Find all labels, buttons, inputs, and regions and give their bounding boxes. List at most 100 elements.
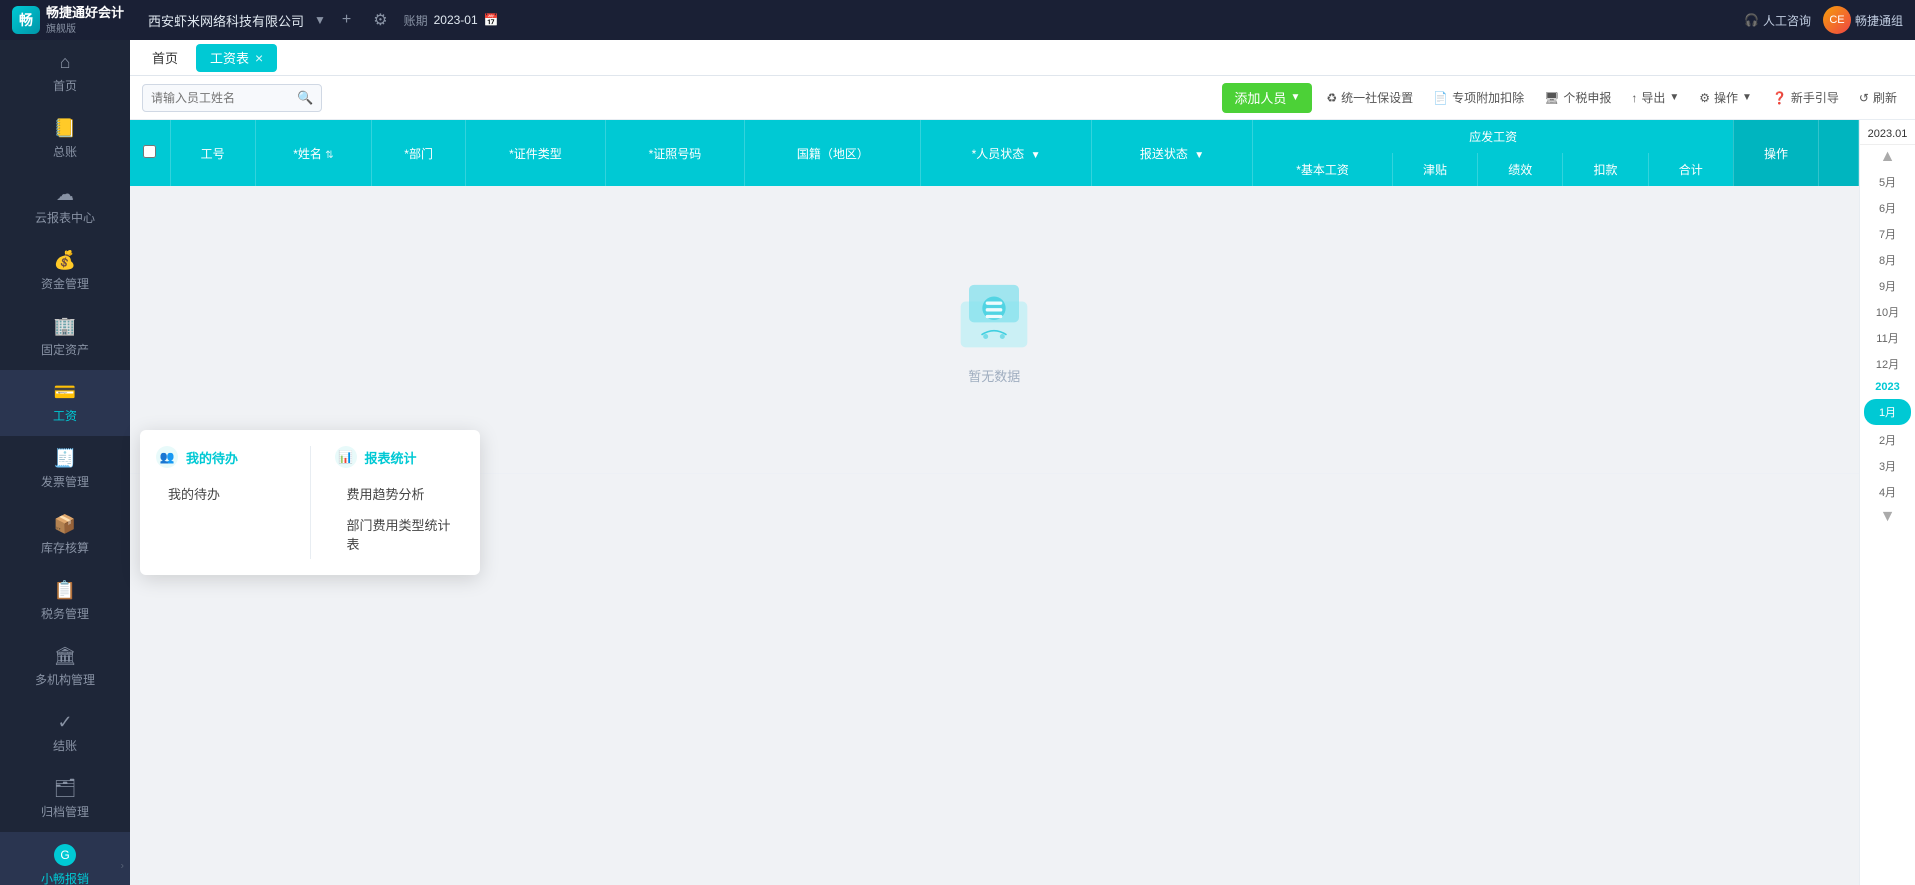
timeline-month-10[interactable]: 10月: [1860, 299, 1915, 325]
th-report-status: 报送状态 ▼: [1091, 120, 1253, 186]
social-insurance-icon: ♻: [1326, 91, 1337, 105]
sidebar-label-fixed-assets: 固定资产: [41, 341, 89, 358]
sidebar-label-payroll: 工资: [53, 407, 77, 424]
timeline-month-1-current[interactable]: 1月: [1864, 399, 1911, 425]
tab-close-btn[interactable]: ×: [255, 51, 263, 65]
sidebar-item-multi-org[interactable]: 🏛 多机构管理: [0, 634, 130, 700]
calendar-icon[interactable]: 📅: [484, 13, 499, 27]
timeline-month-6[interactable]: 6月: [1860, 195, 1915, 221]
add-person-btn-label: 添加人员: [1234, 88, 1286, 107]
logo-area: 畅 畅捷通好会计 旗舰版: [12, 5, 132, 36]
sidebar-item-ledger[interactable]: 📒 总账: [0, 106, 130, 172]
sidebar-item-inventory[interactable]: 📦 库存核算: [0, 502, 130, 568]
sidebar-item-payroll[interactable]: 💳 工资: [0, 370, 130, 436]
refresh-btn[interactable]: ↺ 刷新: [1853, 84, 1903, 112]
sidebar-item-home[interactable]: ⌂ 首页: [0, 40, 130, 106]
popup-item-my-todo[interactable]: 我的待办: [156, 478, 286, 509]
timeline-month-4[interactable]: 4月: [1860, 479, 1915, 505]
search-box[interactable]: 🔍: [142, 84, 322, 112]
app-logo-icon: 畅: [12, 6, 40, 34]
special-deduction-btn[interactable]: 📄 专项附加扣除: [1427, 84, 1530, 112]
special-deduction-label: 专项附加扣除: [1452, 89, 1524, 106]
timeline-month-8[interactable]: 8月: [1860, 247, 1915, 273]
report-status-filter-icon[interactable]: ▼: [1194, 150, 1204, 161]
timeline-month-7[interactable]: 7月: [1860, 221, 1915, 247]
new-guide-toolbar-label: 新手引导: [1791, 89, 1839, 106]
popup-section-title-report: 📊 报表统计: [335, 446, 465, 468]
select-all-checkbox[interactable]: [143, 145, 156, 158]
th-number: 工号: [170, 120, 255, 186]
headset-icon: 🎧: [1744, 13, 1759, 27]
social-insurance-btn[interactable]: ♻ 统一社保设置: [1320, 84, 1419, 112]
sidebar-item-fund[interactable]: 💰 资金管理: [0, 238, 130, 304]
sidebar-label-xiaochang: 小畅报销: [41, 870, 89, 885]
search-icon[interactable]: 🔍: [297, 90, 313, 106]
sidebar-item-settlement[interactable]: ✓ 结账: [0, 700, 130, 766]
empty-text: 暂无数据: [968, 366, 1020, 385]
th-checkbox[interactable]: [130, 120, 170, 186]
multi-org-icon: 🏛: [54, 646, 77, 667]
timeline-month-11[interactable]: 11月: [1860, 325, 1915, 351]
sidebar-label-fund: 资金管理: [41, 275, 89, 292]
search-input[interactable]: [151, 91, 291, 105]
add-company-btn[interactable]: +: [336, 9, 357, 31]
person-status-filter-icon[interactable]: ▼: [1031, 150, 1041, 161]
sidebar-item-xiaochang[interactable]: G 小畅报销 ›: [0, 832, 130, 885]
name-sort-icon[interactable]: ⇅: [325, 150, 333, 161]
add-person-btn[interactable]: 添加人员 ▼: [1222, 83, 1312, 113]
tab-home[interactable]: 首页: [138, 44, 192, 72]
app-title: 畅捷通好会计: [46, 5, 124, 21]
timeline-down-btn[interactable]: ▼: [1877, 505, 1899, 529]
fund-icon: 💰: [54, 250, 76, 271]
th-base-salary: *基本工资: [1253, 153, 1393, 186]
popup-item-dept-cost-stats[interactable]: 部门费用类型统计表: [335, 509, 465, 559]
sidebar-item-invoice[interactable]: 🧾 发票管理: [0, 436, 130, 502]
inventory-icon: 📦: [54, 514, 76, 535]
user-name: 畅捷通组: [1855, 12, 1903, 29]
tax-report-icon: 🖥: [1544, 91, 1559, 105]
settings-icon[interactable]: ⚙: [367, 8, 393, 32]
timeline-month-2[interactable]: 2月: [1860, 427, 1915, 453]
sidebar-item-tax[interactable]: 📋 税务管理: [0, 568, 130, 634]
empty-state: 暂无数据: [140, 194, 1849, 465]
new-guide-toolbar-icon: ❓: [1772, 91, 1787, 105]
tab-payroll[interactable]: 工资表 ×: [196, 44, 277, 72]
timeline-month-9[interactable]: 9月: [1860, 273, 1915, 299]
th-pension: 操作: [1733, 120, 1818, 186]
timeline-month-12[interactable]: 12月: [1860, 351, 1915, 377]
th-group-salary: 应发工资: [1253, 120, 1734, 153]
th-total: 合计: [1648, 153, 1733, 186]
timeline-month-5[interactable]: 5月: [1860, 169, 1915, 195]
sidebar-item-fixed-assets[interactable]: 🏢 固定资产: [0, 304, 130, 370]
sidebar-label-ledger: 总账: [53, 143, 77, 160]
export-btn[interactable]: ↑ 导出 ▼: [1625, 84, 1685, 112]
sidebar-item-archive[interactable]: 🗂 归档管理: [0, 766, 130, 832]
company-dropdown-icon[interactable]: ▼: [314, 13, 326, 27]
customer-service-btn[interactable]: 🎧 人工咨询: [1744, 12, 1811, 29]
sidebar-item-cloud-report[interactable]: ☁ 云报表中心: [0, 172, 130, 238]
xiaochang-icon: G: [54, 844, 76, 866]
tab-home-label: 首页: [152, 48, 178, 67]
sidebar-label-inventory: 库存核算: [41, 539, 89, 556]
header-middle: 西安虾米网络科技有限公司 ▼ + ⚙ 账期 2023-01 📅: [132, 8, 1744, 32]
export-dropdown-icon: ▼: [1669, 92, 1679, 103]
payroll-icon: 💳: [54, 382, 76, 403]
sidebar-label-archive: 归档管理: [41, 803, 89, 820]
period-value: 2023-01: [434, 13, 478, 27]
timeline-month-3[interactable]: 3月: [1860, 453, 1915, 479]
th-deduction: 扣款: [1563, 153, 1648, 186]
top-header: 畅 畅捷通好会计 旗舰版 西安虾米网络科技有限公司 ▼ + ⚙ 账期 2023-…: [0, 0, 1915, 40]
th-cert-type: *证件类型: [466, 120, 606, 186]
operation-label: 操作: [1714, 89, 1738, 106]
popup-item-cost-trend[interactable]: 费用趋势分析: [335, 478, 465, 509]
user-area[interactable]: CE 畅捷通组: [1823, 6, 1903, 34]
home-icon: ⌂: [60, 52, 71, 73]
operation-btn[interactable]: ⚙ 操作 ▼: [1693, 84, 1758, 112]
export-label: 导出: [1641, 89, 1665, 106]
popup-section-title-todo: 👥 我的待办: [156, 446, 286, 468]
timeline-up-btn[interactable]: ▲: [1877, 145, 1899, 169]
th-nationality: 国籍（地区）: [745, 120, 921, 186]
logo-text-area: 畅捷通好会计 旗舰版: [46, 5, 124, 36]
tax-report-btn[interactable]: 🖥 个税申报: [1538, 84, 1617, 112]
new-guide-toolbar-btn[interactable]: ❓ 新手引导: [1766, 84, 1845, 112]
